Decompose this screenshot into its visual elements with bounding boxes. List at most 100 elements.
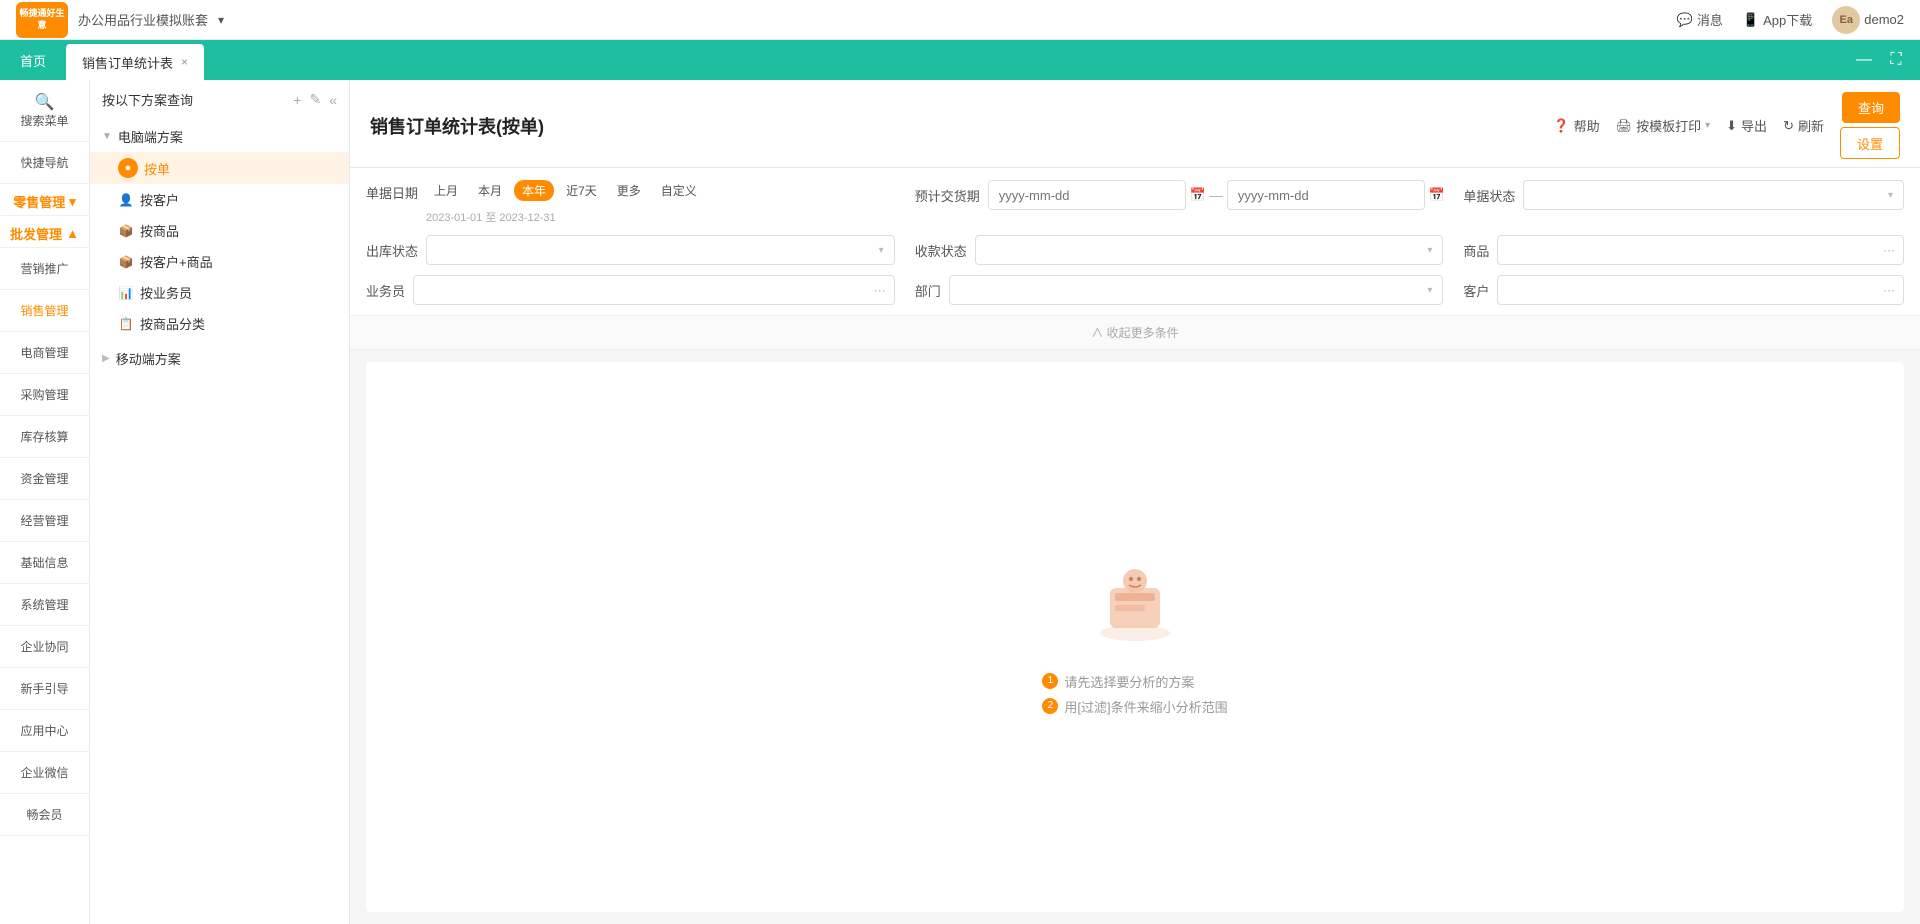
delivery-calendar2-icon[interactable]: 📅 [1429, 187, 1445, 203]
app-icon: 📱 [1743, 12, 1759, 28]
scheme-header: 按以下方案查询 + ✎ « [90, 90, 349, 117]
product-more-icon[interactable]: ··· [1883, 243, 1895, 257]
sidebar-item-search[interactable]: 🔍 搜索菜单 [0, 80, 89, 142]
product-scheme-icon: 📦 [118, 223, 134, 239]
date-tab-7days[interactable]: 近7天 [558, 180, 605, 201]
sidebar: 🔍 搜索菜单 快捷导航 零售管理▾ 批发管理▲ 营销推广 销售管理 电商管理 采… [0, 80, 90, 924]
sidebar-item-finance[interactable]: 资金管理 [0, 458, 89, 500]
sidebar-item-basic[interactable]: 基础信息 [0, 542, 89, 584]
date-tab-custom[interactable]: 自定义 [653, 180, 705, 201]
delivery-start-input[interactable] [988, 180, 1186, 210]
message-button[interactable]: 💬 消息 [1677, 10, 1723, 29]
print-dropdown-icon: ▾ [1705, 120, 1710, 131]
topbar-left: 畅捷通好生意 办公用品行业模拟账套 ▾ [16, 2, 224, 38]
refresh-icon: ↻ [1783, 118, 1794, 134]
sidebar-item-inventory[interactable]: 库存核算 [0, 416, 89, 458]
collapse-button[interactable]: ∧ 收起更多条件 [350, 315, 1920, 349]
payment-status-label: 收款状态 [915, 241, 967, 260]
date-label: 单据日期 [366, 183, 418, 202]
customer-more-icon[interactable]: ··· [1883, 283, 1895, 297]
maximize-button[interactable]: ⛶ [1884, 48, 1908, 72]
sidebar-item-newbie[interactable]: 新手引导 [0, 668, 89, 710]
tip-num-1: 1 [1042, 673, 1058, 689]
sidebar-item-operations[interactable]: 经营管理 [0, 500, 89, 542]
add-scheme-icon[interactable]: + [293, 92, 301, 108]
empty-state: 1 请先选择要分析的方案 2 用[过滤]条件来缩小分析范围 [366, 362, 1904, 912]
topbar-right: 💬 消息 📱 App下载 Ea demo2 [1677, 6, 1904, 34]
logo: 畅捷通好生意 [16, 2, 68, 38]
help-button[interactable]: ❓ 帮助 [1553, 116, 1599, 135]
print-button[interactable]: 🖨 按模板打印 ▾ [1616, 116, 1711, 135]
scheme-item-by-customer-product[interactable]: 📦 按客户+商品 [90, 246, 349, 277]
refresh-button[interactable]: ↻ 刷新 [1783, 116, 1824, 135]
salesperson-input[interactable] [422, 283, 874, 298]
salesperson-more-icon[interactable]: ··· [874, 283, 886, 297]
scheme-label-by-order: 按单 [144, 159, 170, 178]
date-range-text: 2023-01-01 至 2023-12-31 [366, 209, 895, 225]
sidebar-item-wholesale[interactable]: 批发管理▲ [0, 216, 89, 248]
delivery-calendar1-icon[interactable]: 📅 [1190, 187, 1206, 203]
sidebar-item-quicknav[interactable]: 快捷导航 [0, 142, 89, 184]
sidebar-item-enterprise[interactable]: 企业协同 [0, 626, 89, 668]
print-icon: 🖨 [1616, 118, 1633, 134]
sidebar-item-appcenter[interactable]: 应用中心 [0, 710, 89, 752]
category-scheme-icon: 📋 [118, 316, 134, 332]
sidebar-item-wechat[interactable]: 企业微信 [0, 752, 89, 794]
sidebar-item-purchase[interactable]: 采购管理 [0, 374, 89, 416]
sidebar-item-ecommerce[interactable]: 电商管理 [0, 332, 89, 374]
desktop-group-header[interactable]: ▼ 电脑端方案 [90, 121, 349, 152]
salesperson-label: 业务员 [366, 281, 405, 300]
status-filter-group: 单据状态 ▾ [1463, 180, 1904, 210]
customer-input[interactable] [1506, 283, 1883, 298]
payment-status-select[interactable]: ▾ [975, 235, 1444, 265]
sidebar-item-member[interactable]: 畅会员 [0, 794, 89, 836]
ship-status-select[interactable]: ▾ [426, 235, 895, 265]
sidebar-item-sales[interactable]: 销售管理 [0, 290, 89, 332]
customer-scheme-icon: 👤 [118, 192, 134, 208]
topbar-dropdown-icon[interactable]: ▾ [218, 13, 224, 27]
product-filter-group: 商品 ··· [1463, 235, 1904, 265]
date-filter-group: 单据日期 上月 本月 本年 近7天 更多 自定义 2023-01-01 至 20… [366, 180, 895, 225]
date-tab-this-month[interactable]: 本月 [470, 180, 510, 201]
filter-panel: 单据日期 上月 本月 本年 近7天 更多 自定义 2023-01-01 至 20… [350, 168, 1920, 350]
scheme-icons: + ✎ « [293, 91, 337, 108]
department-select[interactable]: ▾ [949, 275, 1444, 305]
topbar: 畅捷通好生意 办公用品行业模拟账套 ▾ 💬 消息 📱 App下载 Ea demo… [0, 0, 1920, 40]
tabbar-right: — ⛶ [1852, 48, 1920, 72]
sidebar-item-retail[interactable]: 零售管理▾ [0, 184, 89, 216]
minimize-button[interactable]: — [1852, 48, 1876, 72]
product-input[interactable] [1506, 243, 1883, 258]
tab-close-icon[interactable]: × [181, 55, 188, 69]
payment-dropdown-icon: ▾ [1427, 245, 1432, 256]
scheme-label-by-product: 按商品 [140, 221, 179, 240]
export-button[interactable]: ⬇ 导出 [1726, 116, 1767, 135]
sidebar-item-system[interactable]: 系统管理 [0, 584, 89, 626]
edit-scheme-icon[interactable]: ✎ [309, 91, 321, 108]
status-select[interactable]: ▾ [1523, 180, 1904, 210]
scheme-item-by-category[interactable]: 📋 按商品分类 [90, 308, 349, 339]
user-profile[interactable]: Ea demo2 [1832, 6, 1904, 34]
tab-active-label: 销售订单统计表 [82, 53, 173, 72]
product-label: 商品 [1463, 241, 1489, 260]
tab-home[interactable]: 首页 [0, 40, 66, 80]
query-button[interactable]: 查询 [1842, 92, 1900, 123]
date-tab-last-month[interactable]: 上月 [426, 180, 466, 201]
scheme-item-by-salesperson[interactable]: 📊 按业务员 [90, 277, 349, 308]
username: demo2 [1864, 12, 1904, 27]
customer-label: 客户 [1463, 281, 1489, 300]
mobile-group-header[interactable]: ▶ 移动端方案 [90, 343, 349, 374]
tab-active[interactable]: 销售订单统计表 × [66, 44, 204, 80]
page-actions: ❓ 帮助 🖨 按模板打印 ▾ ⬇ 导出 ↻ 刷新 [1553, 92, 1900, 159]
delivery-date-group: 预计交货期 📅 — 📅 [915, 180, 1444, 210]
scheme-item-by-product[interactable]: 📦 按商品 [90, 215, 349, 246]
scheme-item-by-order[interactable]: ● 按单 [90, 152, 349, 184]
date-tab-more[interactable]: 更多 [609, 180, 649, 201]
scheme-panel: 按以下方案查询 + ✎ « ▼ 电脑端方案 ● 按单 👤 [90, 80, 350, 924]
delivery-end-input[interactable] [1227, 180, 1425, 210]
sidebar-item-marketing[interactable]: 营销推广 [0, 248, 89, 290]
app-download-button[interactable]: 📱 App下载 [1743, 10, 1812, 29]
scheme-item-by-customer[interactable]: 👤 按客户 [90, 184, 349, 215]
collapse-scheme-icon[interactable]: « [329, 92, 337, 108]
settings-button[interactable]: 设置 [1840, 127, 1900, 159]
date-tab-this-year[interactable]: 本年 [514, 180, 554, 201]
